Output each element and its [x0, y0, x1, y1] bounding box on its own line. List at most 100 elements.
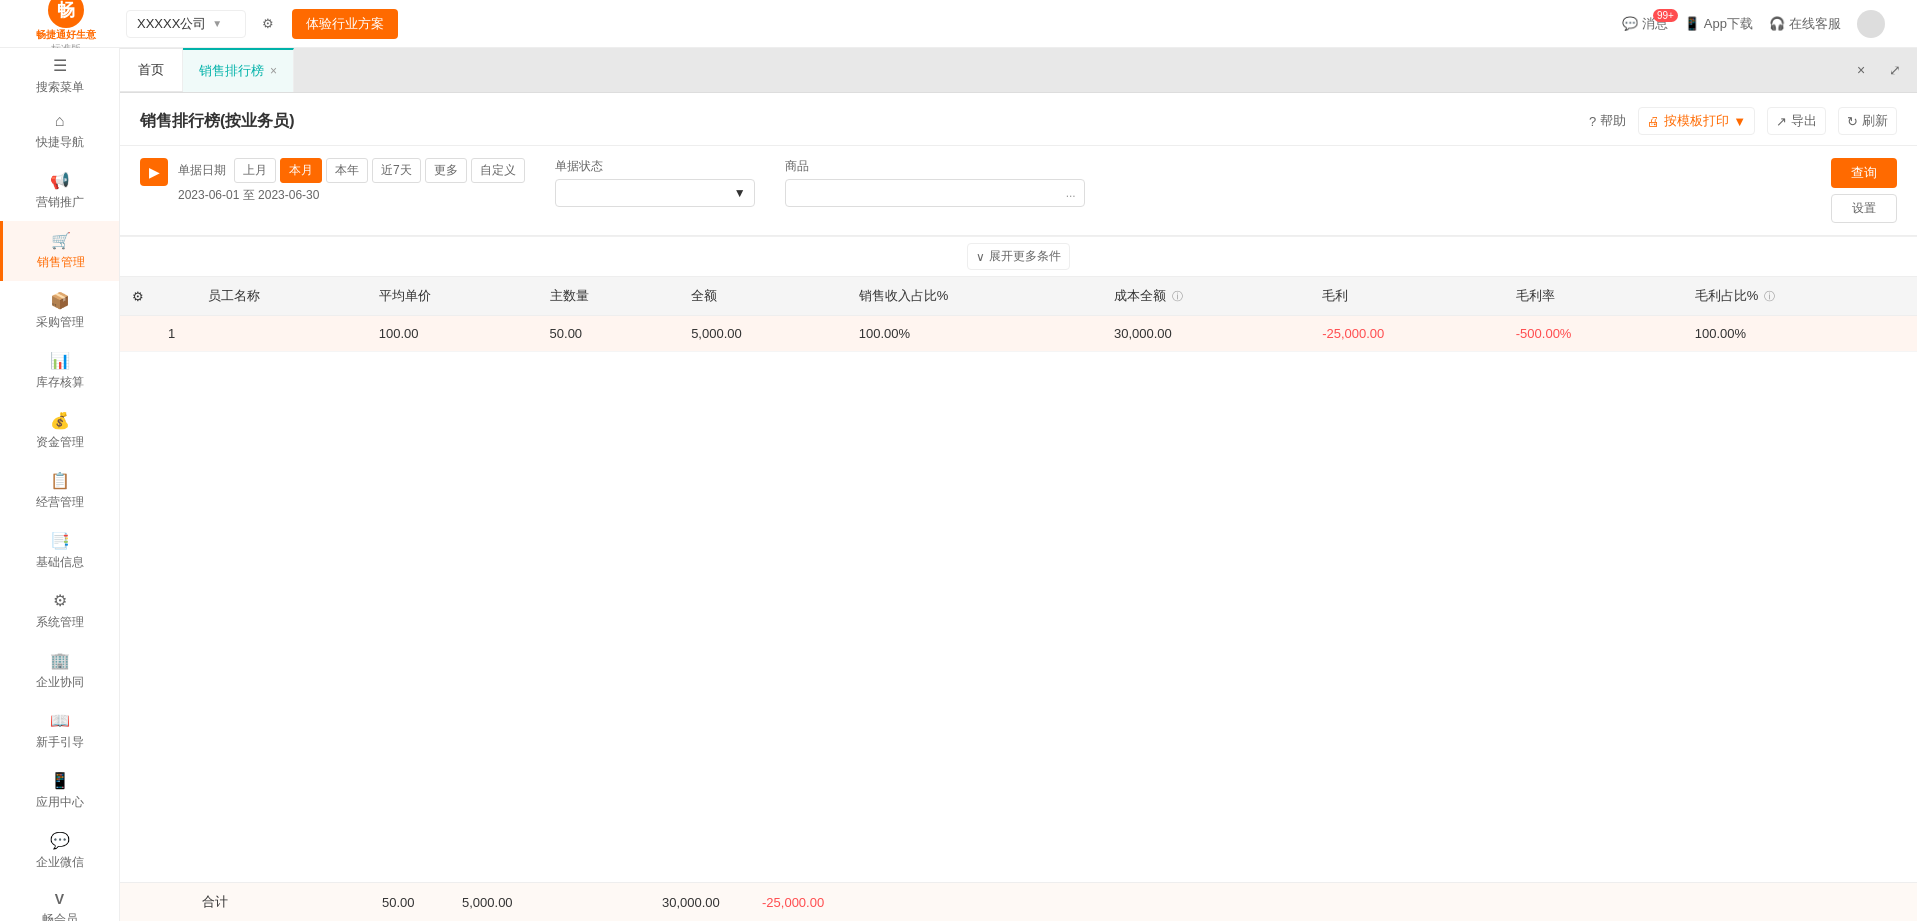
sidebar-label-system: 系统管理	[36, 614, 84, 631]
online-service-label: 在线客服	[1789, 15, 1841, 33]
last-7-days-button[interactable]: 近7天	[372, 158, 421, 183]
sidebar-item-sales[interactable]: 🛒 销售管理	[0, 221, 119, 281]
company-settings-button[interactable]: ⚙	[254, 10, 282, 38]
chevron-down-icon: ∨	[976, 250, 985, 264]
app-download-button[interactable]: 📱 App下载	[1684, 15, 1753, 33]
user-avatar[interactable]	[1857, 10, 1885, 38]
last-month-button[interactable]: 上月	[234, 158, 276, 183]
col-settings-header[interactable]: ⚙	[120, 277, 156, 316]
help-button[interactable]: ? 帮助	[1589, 112, 1626, 130]
sidebar-label-purchase: 采购管理	[36, 314, 84, 331]
online-service-button[interactable]: 🎧 在线客服	[1769, 15, 1841, 33]
filter-collapse-button[interactable]: ▶	[140, 158, 168, 186]
sidebar-item-wechat[interactable]: 💬 企业微信	[0, 821, 119, 881]
sales-icon: 🛒	[51, 231, 71, 250]
date-range-text: 2023-06-01 至 2023-06-30	[178, 187, 319, 204]
sidebar-item-search[interactable]: ☰ 搜索菜单	[0, 48, 119, 102]
goods-filter-input[interactable]: ...	[785, 179, 1085, 207]
row-num: 1	[156, 316, 196, 352]
wechat-icon: 💬	[50, 831, 70, 850]
query-button[interactable]: 查询	[1831, 158, 1897, 188]
row-avg-price: 100.00	[367, 316, 538, 352]
custom-period-button[interactable]: 自定义	[471, 158, 525, 183]
help-icon: ?	[1589, 114, 1596, 129]
footer-profit: -25,000.00	[762, 895, 862, 910]
status-filter-select[interactable]: ▼	[555, 179, 755, 207]
tab-sales-ranking[interactable]: 销售排行榜 ×	[183, 48, 294, 92]
close-window-button[interactable]: ×	[1849, 58, 1873, 82]
refresh-icon: ↻	[1847, 114, 1858, 129]
sidebar-item-member[interactable]: V 畅会员	[0, 881, 119, 921]
system-icon: ⚙	[53, 591, 67, 610]
col-profit-pct-header: 毛利占比% ⓘ	[1683, 277, 1917, 316]
sidebar-item-quick-nav[interactable]: ⌂ 快捷导航	[0, 102, 119, 161]
footer-cost: 30,000.00	[662, 895, 762, 910]
enterprise-icon: 🏢	[50, 651, 70, 670]
sidebar-item-marketing[interactable]: 📢 营销推广	[0, 161, 119, 221]
row-profit: -25,000.00	[1310, 316, 1504, 352]
sales-ranking-table: ⚙ 员工名称 平均单价 主数量 全额 销售收入占比% 成本全额 ⓘ 毛利	[120, 277, 1917, 352]
current-month-button[interactable]: 本月	[280, 158, 322, 183]
expand-filter-button[interactable]: ∨ 展开更多条件	[967, 243, 1070, 270]
tab-close-icon[interactable]: ×	[270, 64, 277, 78]
inventory-icon: 📊	[50, 351, 70, 370]
tab-home[interactable]: 首页	[120, 49, 183, 91]
app-center-icon: 📱	[50, 771, 70, 790]
col-name-header: 员工名称	[196, 277, 367, 316]
table-footer: 合计 50.00 5,000.00 30,000.00 -25,000.00	[120, 882, 1917, 921]
logo-text: 畅捷通好生意	[36, 28, 96, 42]
print-button[interactable]: 🖨 按模板打印 ▼	[1638, 107, 1755, 135]
goods-filter-group: 商品 ...	[785, 158, 1085, 207]
company-dropdown-icon: ▼	[212, 18, 222, 29]
footer-total-label: 合计	[202, 893, 302, 911]
sidebar-label-quick-nav: 快捷导航	[36, 134, 84, 151]
sidebar-item-purchase[interactable]: 📦 采购管理	[0, 281, 119, 341]
sidebar-item-app-center[interactable]: 📱 应用中心	[0, 761, 119, 821]
col-profit-rate-header: 毛利率	[1504, 277, 1683, 316]
goods-filter-label: 商品	[785, 158, 809, 175]
expand-filter-label: 展开更多条件	[989, 248, 1061, 265]
member-icon: V	[55, 891, 64, 907]
sidebar-label-basic: 基础信息	[36, 554, 84, 571]
export-label: 导出	[1791, 112, 1817, 130]
basic-icon: 📑	[50, 531, 70, 550]
company-selector[interactable]: XXXXX公司 ▼	[126, 10, 246, 38]
more-period-button[interactable]: 更多	[425, 158, 467, 183]
sidebar-item-basic[interactable]: 📑 基础信息	[0, 521, 119, 581]
row-sales-pct: 100.00%	[847, 316, 1102, 352]
cost-info-icon[interactable]: ⓘ	[1172, 290, 1183, 302]
sidebar-label-app-center: 应用中心	[36, 794, 84, 811]
current-year-button[interactable]: 本年	[326, 158, 368, 183]
table-container: ⚙ 员工名称 平均单价 主数量 全额 销售收入占比% 成本全额 ⓘ 毛利	[120, 277, 1917, 882]
col-cost-header: 成本全额 ⓘ	[1102, 277, 1310, 316]
status-dropdown-icon: ▼	[734, 186, 746, 200]
message-button[interactable]: 💬 消息 99+	[1622, 15, 1668, 33]
settings-small-button[interactable]: 设置	[1831, 194, 1897, 223]
industry-button[interactable]: 体验行业方案	[292, 9, 398, 39]
status-filter-group: 单据状态 ▼	[555, 158, 755, 207]
sidebar: ☰ 搜索菜单 ⌂ 快捷导航 📢 营销推广 🛒 销售管理 📦 采购管理 📊 库	[0, 48, 120, 921]
sidebar-item-system[interactable]: ⚙ 系统管理	[0, 581, 119, 641]
sidebar-item-enterprise[interactable]: 🏢 企业协同	[0, 641, 119, 701]
sidebar-item-operations[interactable]: 📋 经营管理	[0, 461, 119, 521]
sidebar-label-guide: 新手引导	[36, 734, 84, 751]
sidebar-item-finance[interactable]: 💰 资金管理	[0, 401, 119, 461]
company-name: XXXXX公司	[137, 15, 206, 33]
sidebar-item-inventory[interactable]: 📊 库存核算	[0, 341, 119, 401]
sidebar-item-guide[interactable]: 📖 新手引导	[0, 701, 119, 761]
message-badge: 99+	[1653, 9, 1678, 22]
profit-pct-info-icon[interactable]: ⓘ	[1764, 290, 1775, 302]
expand-window-button[interactable]: ⤢	[1883, 58, 1907, 82]
export-button[interactable]: ↗ 导出	[1767, 107, 1826, 135]
sidebar-label-finance: 资金管理	[36, 434, 84, 451]
guide-icon: 📖	[50, 711, 70, 730]
gear-icon: ⚙	[262, 16, 274, 31]
status-filter-label: 单据状态	[555, 158, 603, 175]
sidebar-label-wechat: 企业微信	[36, 854, 84, 871]
filter-bar: ▶ 单据日期 上月 本月 本年 近7天 更多 自定义	[120, 146, 1917, 236]
date-separator: 至	[243, 188, 258, 202]
table-header-row: ⚙ 员工名称 平均单价 主数量 全额 销售收入占比% 成本全额 ⓘ 毛利	[120, 277, 1917, 316]
headset-icon: 🎧	[1769, 16, 1785, 31]
row-cost: 30,000.00	[1102, 316, 1310, 352]
refresh-button[interactable]: ↻ 刷新	[1838, 107, 1897, 135]
